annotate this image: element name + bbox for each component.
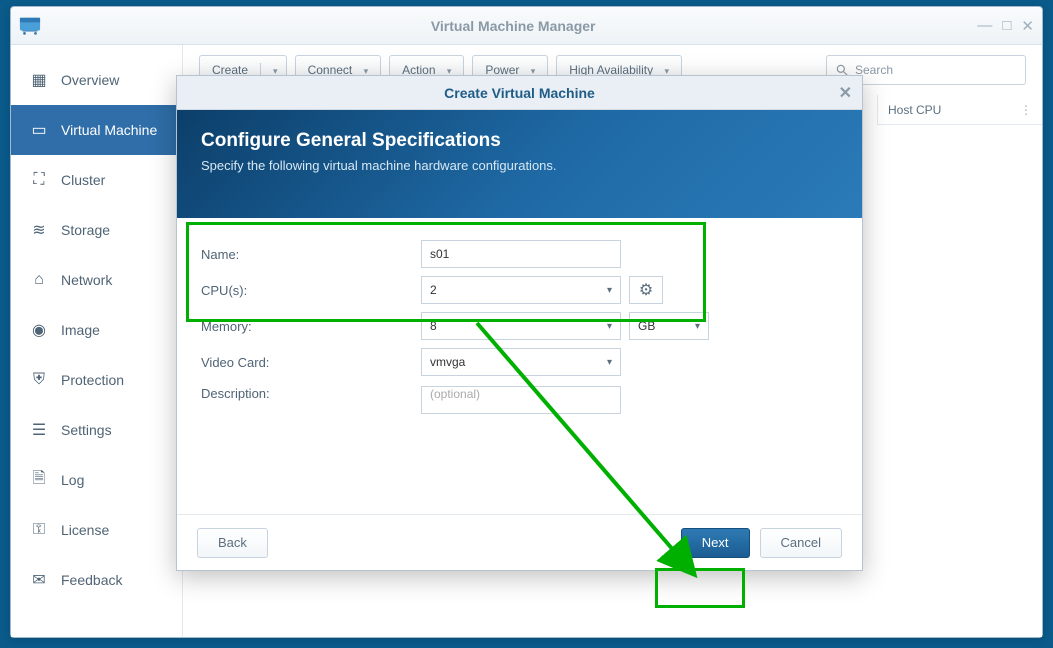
name-value: s01 — [430, 247, 449, 261]
sidebar: ▦ Overview ▭ Virtual Machine ⛶ Cluster ≋… — [11, 45, 183, 637]
overview-icon: ▦ — [29, 70, 49, 90]
label-name: Name: — [201, 247, 421, 262]
memory-unit-select[interactable]: GB — [629, 312, 709, 340]
sidebar-item-overview[interactable]: ▦ Overview — [11, 55, 182, 105]
label-memory: Memory: — [201, 319, 421, 334]
dialog-titlebar: Create Virtual Machine ✕ — [177, 76, 862, 110]
sidebar-item-label: Feedback — [61, 572, 122, 588]
network-icon: ⌂ — [29, 271, 49, 289]
cluster-icon: ⛶ — [29, 171, 49, 189]
create-vm-dialog: Create Virtual Machine ✕ Configure Gener… — [176, 75, 863, 571]
memory-value: 8 — [430, 319, 437, 333]
sidebar-item-settings[interactable]: ☰ Settings — [11, 405, 182, 455]
minimize-button[interactable]: — — [977, 17, 992, 35]
cpu-settings-button[interactable]: ⚙ — [629, 276, 663, 304]
sidebar-item-virtual-machine[interactable]: ▭ Virtual Machine — [11, 105, 182, 155]
close-window-button[interactable]: ✕ — [1021, 17, 1034, 35]
row-cpu: CPU(s): 2 ⚙ — [201, 272, 838, 308]
video-select[interactable]: vmvga — [421, 348, 621, 376]
video-value: vmvga — [430, 355, 465, 369]
window-title: Virtual Machine Manager — [49, 18, 977, 34]
titlebar: Virtual Machine Manager — □ ✕ — [11, 7, 1042, 45]
sidebar-item-network[interactable]: ⌂ Network — [11, 255, 182, 305]
dialog-header: Configure General Specifications Specify… — [177, 110, 862, 218]
column-label: Host CPU — [888, 103, 941, 117]
row-memory: Memory: 8 GB — [201, 308, 838, 344]
label-video: Video Card: — [201, 355, 421, 370]
sidebar-item-label: Image — [61, 322, 100, 338]
row-video: Video Card: vmvga — [201, 344, 838, 380]
sidebar-item-label: Storage — [61, 222, 110, 238]
sidebar-item-cluster[interactable]: ⛶ Cluster — [11, 155, 182, 205]
label-description: Description: — [201, 386, 421, 401]
sidebar-item-log[interactable]: 🗎 Log — [11, 455, 182, 505]
vm-icon: ▭ — [29, 120, 49, 140]
name-input[interactable]: s01 — [421, 240, 621, 268]
dialog-heading: Configure General Specifications — [201, 130, 838, 152]
sidebar-item-label: Network — [61, 272, 112, 288]
next-button[interactable]: Next — [681, 528, 750, 558]
description-textarea[interactable] — [421, 386, 621, 414]
maximize-button[interactable]: □ — [1002, 17, 1011, 35]
label-cpu: CPU(s): — [201, 283, 421, 298]
dialog-title: Create Virtual Machine — [444, 85, 595, 101]
sidebar-item-label: Settings — [61, 422, 112, 438]
sidebar-item-storage[interactable]: ≋ Storage — [11, 205, 182, 255]
memory-unit-value: GB — [638, 319, 655, 333]
sidebar-item-label: Cluster — [61, 172, 105, 188]
license-icon: ⚿ — [29, 521, 49, 539]
dialog-footer: Back Next Cancel — [177, 514, 862, 570]
sidebar-item-label: License — [61, 522, 109, 538]
log-icon: 🗎 — [29, 467, 49, 494]
more-columns-icon[interactable]: ⋮ — [1020, 103, 1032, 117]
sidebar-item-label: Protection — [61, 372, 124, 388]
feedback-icon: ✉ — [29, 570, 49, 590]
sidebar-item-license[interactable]: ⚿ License — [11, 505, 182, 555]
dialog-body: Name: s01 CPU(s): 2 ⚙ Memory: 8 GB Video… — [177, 218, 862, 514]
memory-select[interactable]: 8 — [421, 312, 621, 340]
row-description: Description: — [201, 380, 838, 414]
gear-icon: ⚙ — [639, 280, 653, 300]
storage-icon: ≋ — [29, 220, 49, 240]
sidebar-item-image[interactable]: ◉ Image — [11, 305, 182, 355]
sidebar-item-protection[interactable]: ⛨ Protection — [11, 355, 182, 405]
row-name: Name: s01 — [201, 236, 838, 272]
image-icon: ◉ — [29, 320, 49, 340]
sidebar-item-feedback[interactable]: ✉ Feedback — [11, 555, 182, 605]
back-button[interactable]: Back — [197, 528, 268, 558]
settings-icon: ☰ — [29, 420, 49, 440]
dialog-subheading: Specify the following virtual machine ha… — [201, 158, 838, 173]
protection-icon: ⛨ — [29, 371, 49, 389]
cpu-value: 2 — [430, 283, 437, 297]
column-header-hostcpu[interactable]: Host CPU ⋮ — [877, 95, 1042, 125]
cancel-button[interactable]: Cancel — [760, 528, 842, 558]
sidebar-item-label: Log — [61, 472, 84, 488]
cpu-select[interactable]: 2 — [421, 276, 621, 304]
window-controls: — □ ✕ — [977, 17, 1034, 35]
app-icon — [19, 15, 41, 37]
sidebar-item-label: Virtual Machine — [61, 122, 157, 138]
close-dialog-button[interactable]: ✕ — [839, 83, 852, 103]
sidebar-item-label: Overview — [61, 72, 119, 88]
